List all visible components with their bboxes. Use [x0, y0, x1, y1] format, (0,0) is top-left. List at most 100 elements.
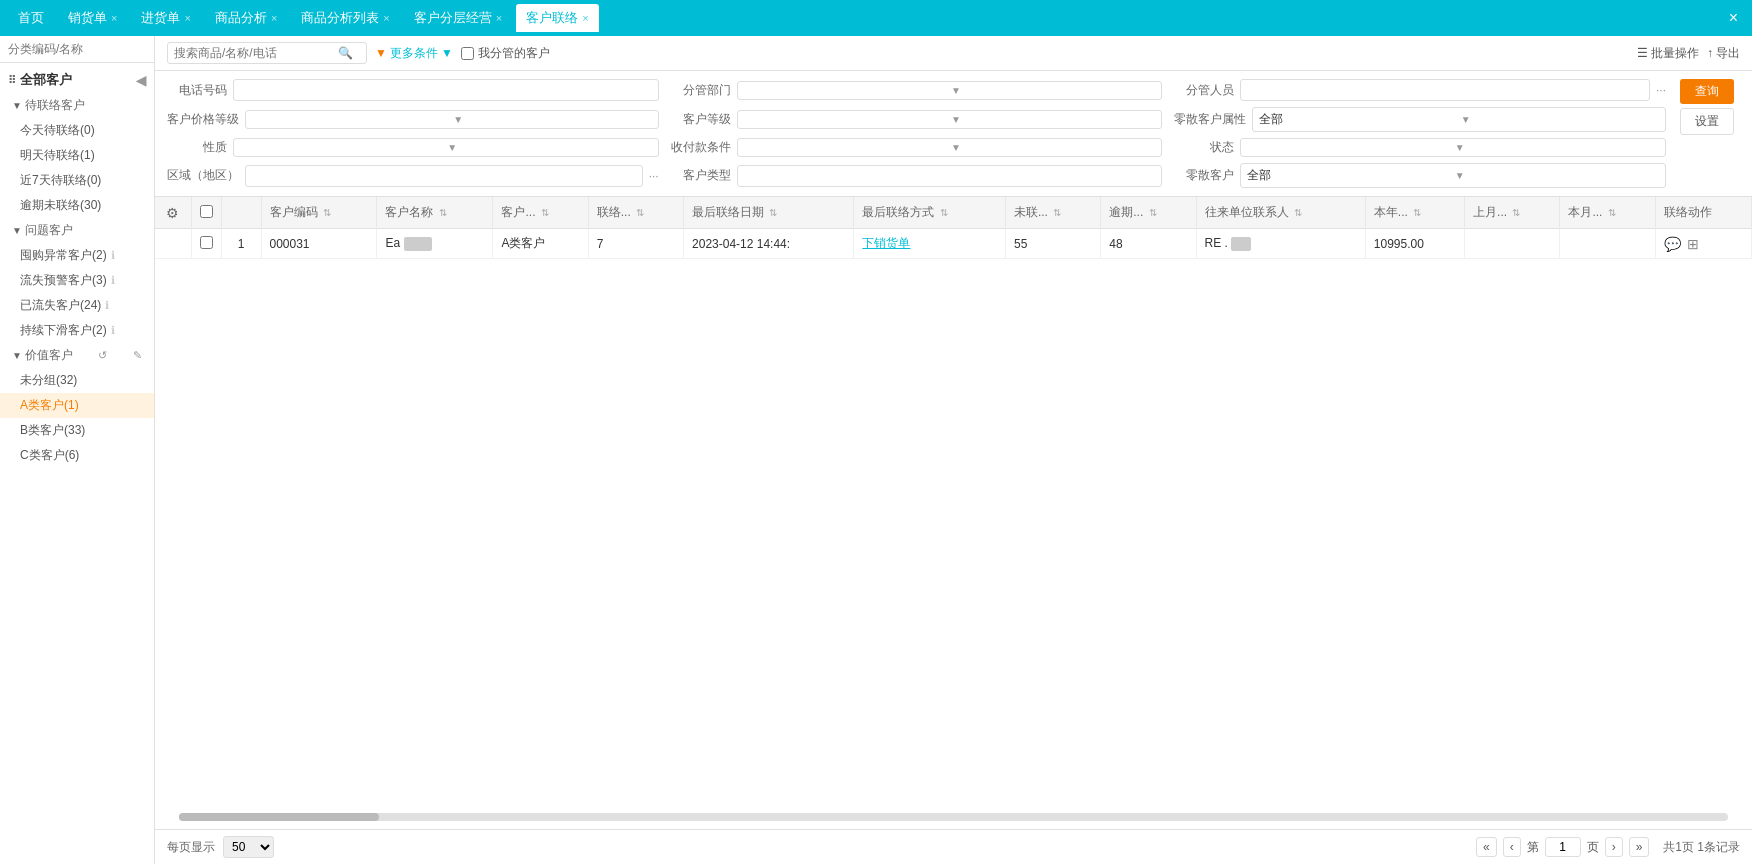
sidebar-group-problem[interactable]: ▼ 问题客户	[0, 218, 154, 243]
more-filter-btn[interactable]: ▼ 更多条件 ▼	[375, 45, 453, 62]
sidebar-collapse-btn[interactable]: ◀	[136, 73, 146, 88]
sort-uncontacted[interactable]: ⇅	[1053, 207, 1061, 218]
prev-page-btn[interactable]: ‹	[1503, 837, 1521, 857]
nav-sales[interactable]: 销货单 ×	[58, 4, 127, 32]
filter-person-dots[interactable]: ···	[1656, 83, 1666, 97]
chat-icon[interactable]: 💬	[1664, 236, 1681, 252]
filter-phone-input[interactable]	[233, 79, 659, 101]
my-customer-checkbox[interactable]: 我分管的客户	[461, 45, 550, 62]
sidebar-item-tomorrow[interactable]: 明天待联络(1)	[0, 143, 154, 168]
my-customer-check[interactable]	[461, 47, 474, 60]
page-size-select[interactable]: 50 100 200	[223, 836, 274, 858]
row-check-cell[interactable]	[191, 229, 221, 259]
nav-product-analysis[interactable]: 商品分析 ×	[205, 4, 287, 32]
sort-contact[interactable]: ⇅	[636, 207, 644, 218]
nav-customer-contact-close[interactable]: ×	[582, 12, 588, 24]
sidebar-item-c-class[interactable]: C类客户(6)	[0, 443, 154, 468]
sort-name[interactable]: ⇅	[439, 207, 447, 218]
col-header-thismonth[interactable]: 本月... ⇅	[1560, 197, 1655, 229]
col-header-overdue[interactable]: 逾期... ⇅	[1101, 197, 1196, 229]
value-edit-icon[interactable]: ✎	[133, 349, 142, 362]
sidebar-item-a-class[interactable]: A类客户(1)	[0, 393, 154, 418]
sidebar-item-hoarding[interactable]: 囤购异常客户(2) ℹ	[0, 243, 154, 268]
nav-product-list-close[interactable]: ×	[383, 12, 389, 24]
filter-customertype-input[interactable]	[737, 165, 1163, 187]
sidebar-item-unclassified[interactable]: 未分组(32)	[0, 368, 154, 393]
nav-product-analysis-close[interactable]: ×	[271, 12, 277, 24]
nav-home[interactable]: 首页	[8, 4, 54, 32]
first-page-btn[interactable]: «	[1476, 837, 1497, 857]
sort-unitcontact[interactable]: ⇅	[1294, 207, 1302, 218]
scroll-track[interactable]	[179, 813, 1728, 821]
col-header-uncontacted[interactable]: 未联... ⇅	[1005, 197, 1100, 229]
close-all-tabs[interactable]: ×	[1723, 9, 1744, 27]
sort-thismonth[interactable]: ⇅	[1608, 207, 1616, 218]
sort-lastmethod[interactable]: ⇅	[940, 207, 948, 218]
filter-retail-select[interactable]: 全部 ▼	[1240, 163, 1666, 188]
sort-type[interactable]: ⇅	[541, 207, 549, 218]
select-all-checkbox[interactable]	[200, 205, 213, 218]
scroll-thumb[interactable]	[179, 813, 379, 821]
sidebar-item-overdue[interactable]: 逾期未联络(30)	[0, 193, 154, 218]
value-refresh-icon[interactable]: ↺	[98, 349, 107, 362]
batch-op-btn[interactable]: ☰ 批量操作	[1637, 45, 1699, 62]
page-info: « ‹ 第 页 › » 共1页 1条记录	[1476, 837, 1740, 857]
last-method-link[interactable]: 下销货单	[862, 236, 910, 250]
query-button[interactable]: 查询	[1680, 79, 1734, 104]
filter-phone-label: 电话号码	[167, 82, 227, 99]
col-header-contact[interactable]: 联络... ⇅	[588, 197, 683, 229]
filter-region-dots[interactable]: ···	[649, 169, 659, 183]
col-header-lastmethod[interactable]: 最后联络方式 ⇅	[854, 197, 1006, 229]
filter-person-input[interactable]	[1240, 79, 1650, 101]
settings-button[interactable]: 设置	[1680, 108, 1734, 135]
row-checkbox[interactable]	[200, 236, 213, 249]
col-header-settings[interactable]: ⚙	[155, 197, 191, 229]
nav-customer-segment-close[interactable]: ×	[496, 12, 502, 24]
sort-code[interactable]: ⇅	[323, 207, 331, 218]
filter-payment-select[interactable]: ▼	[737, 138, 1163, 157]
nav-customer-contact[interactable]: 客户联络 ×	[516, 4, 598, 32]
filter-pricelevel-select[interactable]: ▼	[245, 110, 659, 129]
main-search-icon[interactable]: 🔍	[338, 46, 353, 60]
filter-customerlevel-select[interactable]: ▼	[737, 110, 1163, 129]
main-search-input[interactable]	[174, 46, 334, 60]
col-header-thisyear[interactable]: 本年... ⇅	[1365, 197, 1464, 229]
filter-nature-select[interactable]: ▼	[233, 138, 659, 157]
sidebar-group-value[interactable]: ▼ 价值客户 ↺ ✎	[0, 343, 154, 368]
page-number-input[interactable]	[1545, 837, 1581, 857]
nav-sales-close[interactable]: ×	[111, 12, 117, 24]
next-page-btn[interactable]: ›	[1605, 837, 1623, 857]
filter-region-input[interactable]	[245, 165, 643, 187]
sidebar-item-declining[interactable]: 持续下滑客户(2) ℹ	[0, 318, 154, 343]
col-header-check[interactable]	[191, 197, 221, 229]
sidebar-group-pending[interactable]: ▼ 待联络客户	[0, 93, 154, 118]
sort-thisyear[interactable]: ⇅	[1413, 207, 1421, 218]
sidebar-item-lostwarning[interactable]: 流失预警客户(3) ℹ	[0, 268, 154, 293]
col-header-unitcontact[interactable]: 往来单位联系人 ⇅	[1196, 197, 1365, 229]
nav-purchase-close[interactable]: ×	[184, 12, 190, 24]
col-header-name[interactable]: 客户名称 ⇅	[377, 197, 493, 229]
nav-product-list[interactable]: 商品分析列表 ×	[291, 4, 399, 32]
export-btn[interactable]: ↑ 导出	[1707, 45, 1740, 62]
nav-purchase[interactable]: 进货单 ×	[131, 4, 200, 32]
last-page-btn[interactable]: »	[1629, 837, 1650, 857]
sidebar-item-7days[interactable]: 近7天待联络(0)	[0, 168, 154, 193]
col-header-lastdate[interactable]: 最后联络日期 ⇅	[684, 197, 854, 229]
table-gear-icon[interactable]: ⚙	[166, 205, 179, 221]
col-header-lastmonth[interactable]: 上月... ⇅	[1465, 197, 1560, 229]
col-header-type[interactable]: 客户... ⇅	[493, 197, 588, 229]
sort-lastmonth[interactable]: ⇅	[1512, 207, 1520, 218]
grid-icon[interactable]: ⊞	[1687, 236, 1699, 252]
filter-retail-attr-select[interactable]: 全部 ▼	[1252, 107, 1666, 132]
sidebar-item-lost[interactable]: 已流失客户(24) ℹ	[0, 293, 154, 318]
sidebar-item-b-class[interactable]: B类客户(33)	[0, 418, 154, 443]
nav-customer-segment[interactable]: 客户分层经营 ×	[404, 4, 512, 32]
col-header-code[interactable]: 客户编码 ⇅	[261, 197, 377, 229]
sidebar-search-input[interactable]	[8, 42, 155, 56]
sort-overdue[interactable]: ⇅	[1149, 207, 1157, 218]
sort-lastdate[interactable]: ⇅	[769, 207, 777, 218]
filter-status-select[interactable]: ▼	[1240, 138, 1666, 157]
all-customers-header[interactable]: ⠿ 全部客户 ◀	[0, 67, 154, 93]
sidebar-item-today[interactable]: 今天待联络(0)	[0, 118, 154, 143]
filter-dept-select[interactable]: ▼	[737, 81, 1163, 100]
